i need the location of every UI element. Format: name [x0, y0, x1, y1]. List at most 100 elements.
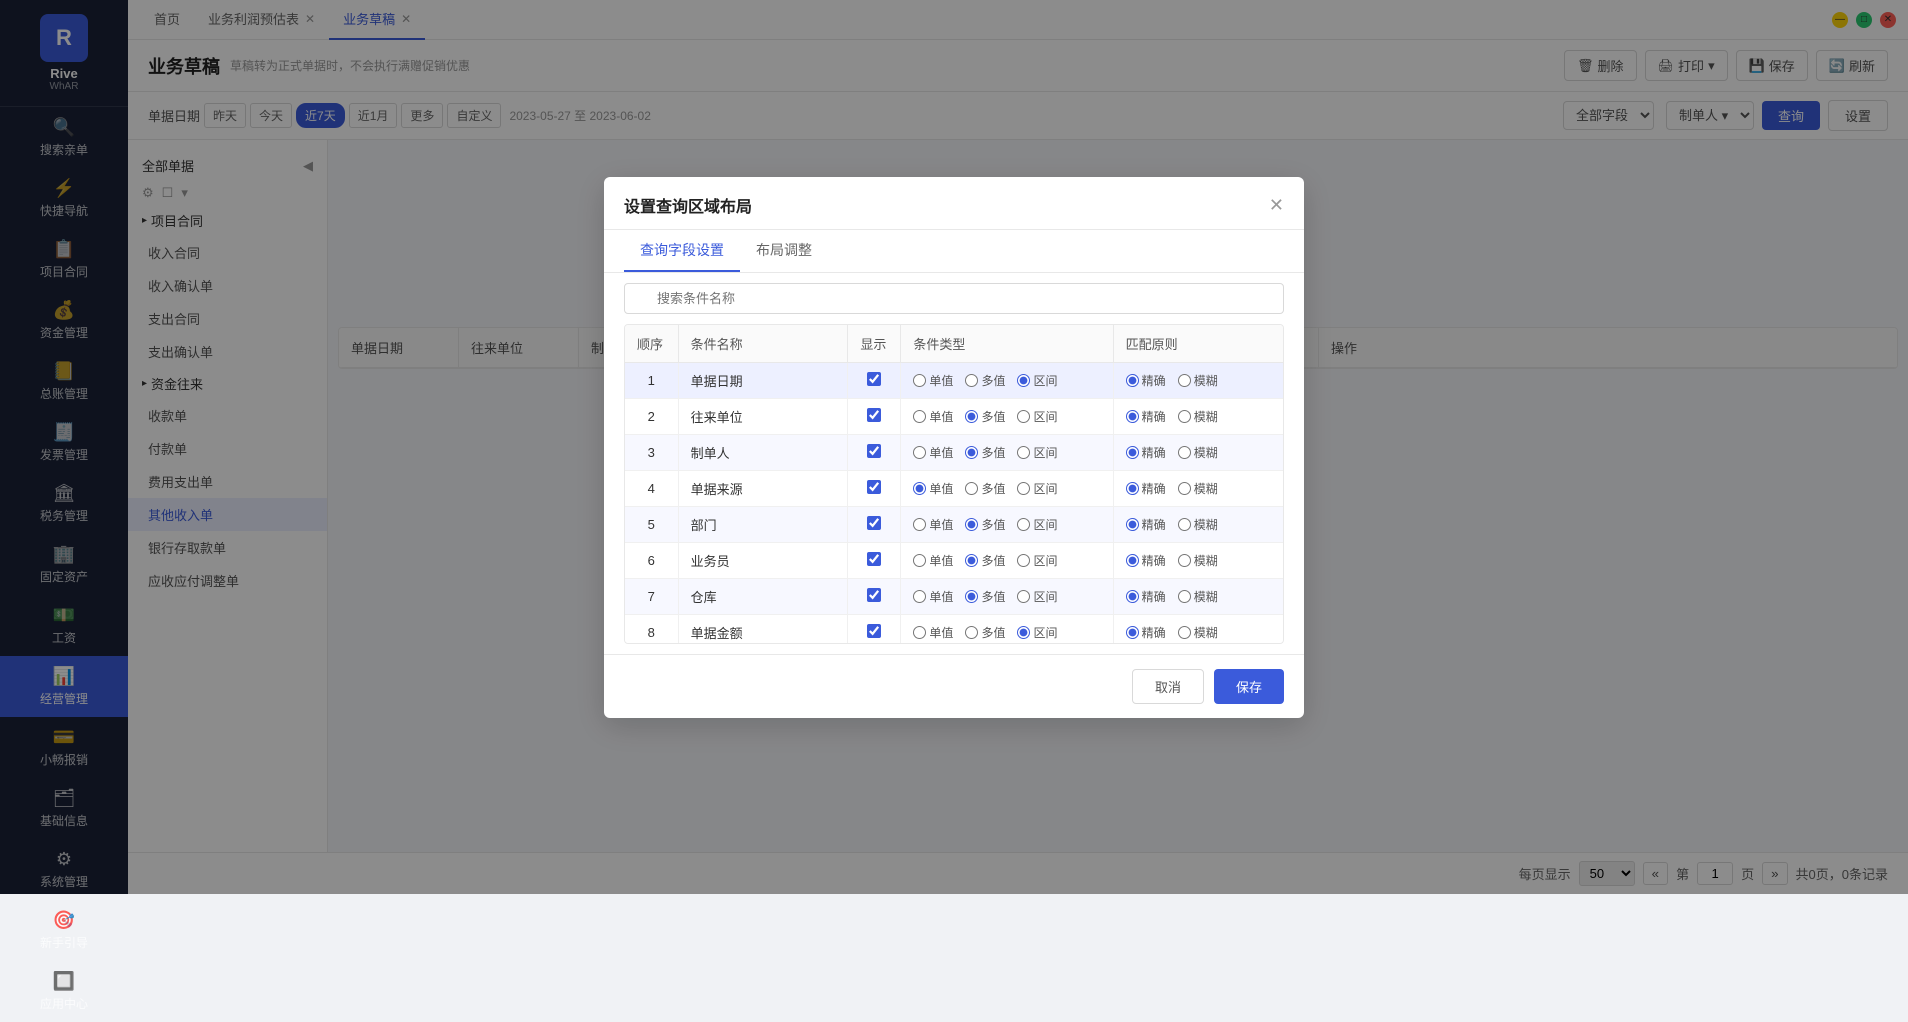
cond-radio[interactable]: [1017, 374, 1030, 387]
row-order: 6: [625, 542, 678, 578]
cond-radio-label[interactable]: 单值: [913, 588, 953, 605]
cond-radio-label[interactable]: 多值: [965, 480, 1005, 497]
cond-radio-label[interactable]: 多值: [965, 552, 1005, 569]
display-checkbox[interactable]: [867, 516, 881, 530]
cond-radio-label[interactable]: 单值: [913, 480, 953, 497]
match-exact-radio[interactable]: [1126, 518, 1139, 531]
cond-radio[interactable]: [1017, 482, 1030, 495]
cond-radio-label[interactable]: 区间: [1017, 552, 1057, 569]
cond-radio[interactable]: [965, 410, 978, 423]
display-checkbox[interactable]: [867, 552, 881, 566]
match-fuzzy-label[interactable]: 模糊: [1178, 480, 1218, 497]
cond-radio[interactable]: [1017, 590, 1030, 603]
cond-radio[interactable]: [1017, 446, 1030, 459]
match-fuzzy-radio[interactable]: [1178, 590, 1191, 603]
cond-radio[interactable]: [965, 374, 978, 387]
match-exact-radio[interactable]: [1126, 590, 1139, 603]
match-exact-radio[interactable]: [1126, 554, 1139, 567]
cond-radio-label[interactable]: 多值: [965, 588, 1005, 605]
sidebar-item-appstore[interactable]: 🔲 应用中心: [0, 961, 128, 1022]
cond-radio-label[interactable]: 区间: [1017, 480, 1057, 497]
cond-radio-label[interactable]: 多值: [965, 408, 1005, 425]
match-exact-radio[interactable]: [1126, 446, 1139, 459]
cond-radio[interactable]: [965, 446, 978, 459]
cond-radio-label[interactable]: 区间: [1017, 624, 1057, 641]
cond-radio[interactable]: [1017, 554, 1030, 567]
cond-radio-label[interactable]: 单值: [913, 372, 953, 389]
modal-header: 设置查询区域布局 ✕: [604, 177, 1304, 230]
match-fuzzy-radio[interactable]: [1178, 374, 1191, 387]
match-fuzzy-label[interactable]: 模糊: [1178, 516, 1218, 533]
display-checkbox[interactable]: [867, 408, 881, 422]
match-exact-radio[interactable]: [1126, 482, 1139, 495]
cond-radio[interactable]: [1017, 410, 1030, 423]
match-exact-radio[interactable]: [1126, 374, 1139, 387]
display-checkbox[interactable]: [867, 624, 881, 638]
cond-radio[interactable]: [913, 554, 926, 567]
display-checkbox[interactable]: [867, 480, 881, 494]
match-fuzzy-radio[interactable]: [1178, 446, 1191, 459]
cond-radio-label[interactable]: 多值: [965, 444, 1005, 461]
match-fuzzy-radio[interactable]: [1178, 518, 1191, 531]
match-fuzzy-label[interactable]: 模糊: [1178, 588, 1218, 605]
cond-radio-label[interactable]: 多值: [965, 624, 1005, 641]
cond-radio-label[interactable]: 区间: [1017, 372, 1057, 389]
cond-radio[interactable]: [1017, 626, 1030, 639]
match-fuzzy-label[interactable]: 模糊: [1178, 372, 1218, 389]
match-fuzzy-label[interactable]: 模糊: [1178, 624, 1218, 641]
match-exact-label[interactable]: 精确: [1126, 552, 1166, 569]
cond-radio[interactable]: [1017, 518, 1030, 531]
cond-radio-label[interactable]: 多值: [965, 372, 1005, 389]
cond-radio-label[interactable]: 单值: [913, 444, 953, 461]
cond-radio-label[interactable]: 单值: [913, 552, 953, 569]
match-exact-label[interactable]: 精确: [1126, 444, 1166, 461]
cond-radio-label[interactable]: 单值: [913, 408, 953, 425]
row-match-rule-cell: 精确模糊: [1113, 542, 1283, 578]
display-checkbox[interactable]: [867, 444, 881, 458]
cond-radio-label[interactable]: 区间: [1017, 444, 1057, 461]
cond-radio[interactable]: [913, 482, 926, 495]
match-exact-label[interactable]: 精确: [1126, 588, 1166, 605]
match-exact-label[interactable]: 精确: [1126, 480, 1166, 497]
modal-save-button[interactable]: 保存: [1214, 669, 1284, 704]
cond-radio[interactable]: [965, 626, 978, 639]
cond-radio[interactable]: [913, 518, 926, 531]
match-fuzzy-label[interactable]: 模糊: [1178, 552, 1218, 569]
match-exact-radio[interactable]: [1126, 626, 1139, 639]
match-exact-radio[interactable]: [1126, 410, 1139, 423]
modal-cancel-button[interactable]: 取消: [1132, 669, 1204, 704]
match-fuzzy-radio[interactable]: [1178, 626, 1191, 639]
cond-radio[interactable]: [965, 554, 978, 567]
sidebar-item-guide[interactable]: 🎯 新手引导: [0, 900, 128, 961]
cond-radio[interactable]: [965, 482, 978, 495]
display-checkbox[interactable]: [867, 588, 881, 602]
cond-radio-label[interactable]: 单值: [913, 624, 953, 641]
cond-radio-label[interactable]: 单值: [913, 516, 953, 533]
match-exact-label[interactable]: 精确: [1126, 624, 1166, 641]
cond-radio-label[interactable]: 多值: [965, 516, 1005, 533]
cond-radio[interactable]: [913, 590, 926, 603]
cond-radio[interactable]: [965, 590, 978, 603]
cond-radio[interactable]: [913, 410, 926, 423]
match-exact-label[interactable]: 精确: [1126, 516, 1166, 533]
cond-radio-label[interactable]: 区间: [1017, 588, 1057, 605]
match-exact-label[interactable]: 精确: [1126, 408, 1166, 425]
cond-radio[interactable]: [913, 446, 926, 459]
cond-radio[interactable]: [913, 626, 926, 639]
match-fuzzy-radio[interactable]: [1178, 410, 1191, 423]
match-fuzzy-label[interactable]: 模糊: [1178, 444, 1218, 461]
display-checkbox[interactable]: [867, 372, 881, 386]
modal-close-button[interactable]: ✕: [1269, 196, 1284, 214]
match-fuzzy-label[interactable]: 模糊: [1178, 408, 1218, 425]
cond-radio-label[interactable]: 区间: [1017, 408, 1057, 425]
modal-search-input[interactable]: [624, 283, 1284, 314]
cond-radio[interactable]: [965, 518, 978, 531]
cond-radio-label[interactable]: 区间: [1017, 516, 1057, 533]
match-fuzzy-radio[interactable]: [1178, 554, 1191, 567]
match-fuzzy-radio[interactable]: [1178, 482, 1191, 495]
match-exact-label[interactable]: 精确: [1126, 372, 1166, 389]
modal-tab-layout[interactable]: 布局调整: [740, 230, 828, 272]
cond-radio[interactable]: [913, 374, 926, 387]
row-condition-type-cell: 单值多值区间: [901, 398, 1113, 434]
modal-tab-query[interactable]: 查询字段设置: [624, 230, 740, 272]
